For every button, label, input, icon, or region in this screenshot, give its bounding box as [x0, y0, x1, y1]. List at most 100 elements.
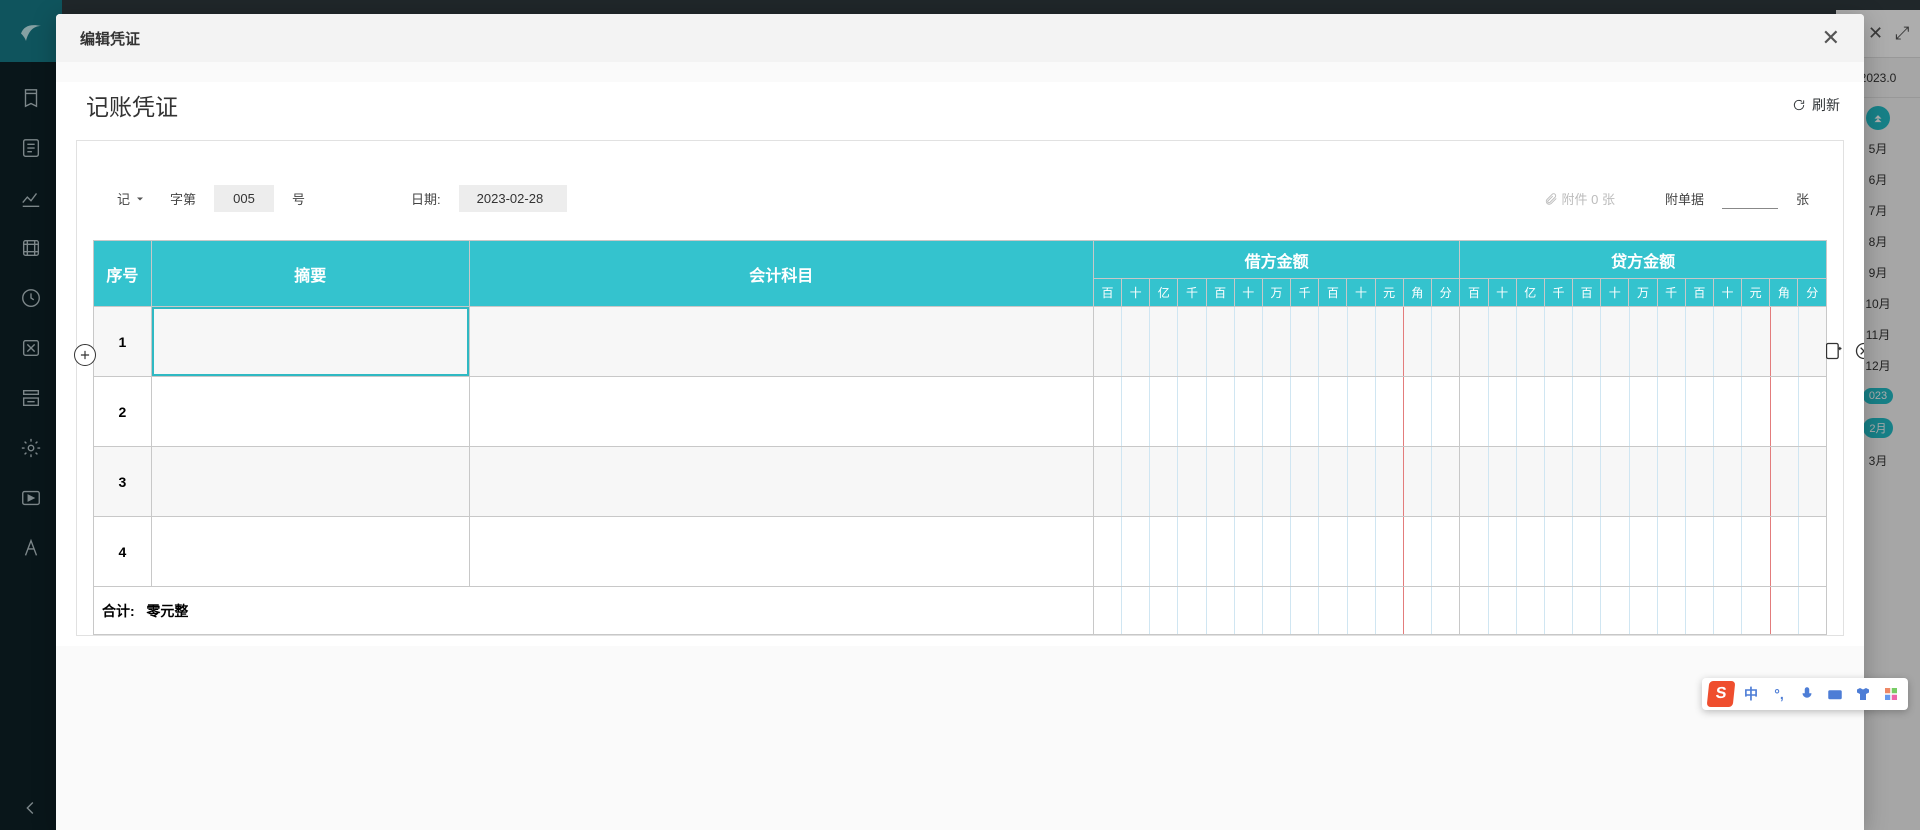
- ime-logo-icon: S: [1707, 681, 1736, 707]
- paperclip-icon: [1544, 192, 1558, 206]
- modal-body: 记账凭证 刷新 记 字第 005 号: [56, 62, 1864, 830]
- table-row: 2: [94, 377, 1827, 447]
- table-row: 3: [94, 447, 1827, 517]
- refresh-label: 刷新: [1812, 95, 1840, 115]
- attachment-button[interactable]: 附件 0 张: [1544, 189, 1615, 208]
- modal-title: 编辑凭证: [80, 28, 140, 49]
- digit-unit-header: 十: [1347, 279, 1375, 307]
- digit-unit-header: 元: [1742, 279, 1770, 307]
- digit-unit-header: 分: [1431, 279, 1459, 307]
- digit-unit-header: 百: [1685, 279, 1713, 307]
- digit-unit-header: 万: [1262, 279, 1290, 307]
- totals-text: 零元整: [146, 603, 188, 619]
- digit-unit-header: 元: [1375, 279, 1403, 307]
- voucher-wrap: 记 字第 005 号 日期: 2023-02-28 附件 0 张: [76, 140, 1844, 636]
- digit-unit-header: 十: [1601, 279, 1629, 307]
- digit-unit-header: 千: [1544, 279, 1572, 307]
- ime-skin-icon[interactable]: [1852, 683, 1874, 705]
- ime-menu-icon[interactable]: [1880, 683, 1902, 705]
- digit-unit-header: 亿: [1516, 279, 1544, 307]
- voucher-table-head: 序号 摘要 会计科目 借方金额 贷方金额 百十亿千百十万千百十元角分百十亿千百十…: [94, 241, 1827, 307]
- table-row: 4: [94, 517, 1827, 587]
- ime-mic-icon[interactable]: [1796, 683, 1818, 705]
- credit-amount-cell[interactable]: [1460, 517, 1827, 587]
- digit-unit-header: 十: [1122, 279, 1150, 307]
- digit-unit-header: 十: [1234, 279, 1262, 307]
- row-index: 2: [94, 377, 152, 447]
- digit-unit-header: 百: [1573, 279, 1601, 307]
- account-cell[interactable]: [469, 377, 1093, 447]
- col-debit: 借方金额: [1093, 241, 1460, 279]
- col-account: 会计科目: [469, 241, 1093, 307]
- ime-punct-icon[interactable]: °,: [1768, 683, 1790, 705]
- voucher-number-prefix: 字第: [170, 189, 196, 208]
- digit-unit-header: 百: [1093, 279, 1121, 307]
- summary-input[interactable]: [154, 309, 467, 374]
- row-index: 4: [94, 517, 152, 587]
- panel-head: 记账凭证 刷新: [76, 82, 1844, 134]
- voucher-table: 序号 摘要 会计科目 借方金额 贷方金额 百十亿千百十万千百十元角分百十亿千百十…: [93, 240, 1827, 635]
- row-index: 3: [94, 447, 152, 517]
- voucher-number-input[interactable]: 005: [214, 185, 274, 212]
- credit-amount-cell[interactable]: [1460, 377, 1827, 447]
- bill-unit: 张: [1796, 189, 1809, 208]
- account-cell[interactable]: [469, 517, 1093, 587]
- digit-unit-header: 万: [1629, 279, 1657, 307]
- plus-icon: [78, 348, 92, 362]
- voucher-meta-row: 记 字第 005 号 日期: 2023-02-28 附件 0 张: [93, 185, 1827, 240]
- digit-unit-header: 百: [1319, 279, 1347, 307]
- digit-unit-header: 百: [1206, 279, 1234, 307]
- ime-lang-indicator[interactable]: 中: [1740, 683, 1762, 705]
- debit-amount-cell[interactable]: [1093, 307, 1460, 377]
- page-title: 记账凭证: [80, 88, 178, 122]
- bill-count-input[interactable]: [1722, 189, 1778, 209]
- ime-toolbar[interactable]: S 中 °,: [1702, 678, 1908, 710]
- refresh-button[interactable]: 刷新: [1792, 95, 1840, 115]
- close-icon[interactable]: ✕: [1822, 27, 1840, 49]
- totals-cell: 合计: 零元整: [94, 587, 1094, 635]
- digit-unit-header: 百: [1460, 279, 1488, 307]
- digit-unit-header: 十: [1488, 279, 1516, 307]
- date-input[interactable]: 2023-02-28: [459, 185, 567, 212]
- ime-keyboard-icon[interactable]: [1824, 683, 1846, 705]
- debit-amount-cell[interactable]: [1093, 377, 1460, 447]
- credit-amount-cell[interactable]: [1460, 447, 1827, 517]
- voucher-type-value: 记: [117, 189, 130, 208]
- col-credit: 贷方金额: [1460, 241, 1827, 279]
- totals-row: 合计: 零元整: [94, 587, 1827, 635]
- voucher-number-suffix: 号: [292, 189, 305, 208]
- date-label: 日期:: [411, 189, 441, 208]
- voucher-modal: 编辑凭证 ✕ 记账凭证 刷新 记 字第: [56, 14, 1864, 830]
- row-index: 1: [94, 307, 152, 377]
- digit-unit-header: 亿: [1150, 279, 1178, 307]
- digit-unit-header: 角: [1403, 279, 1431, 307]
- credit-amount-cell[interactable]: [1460, 307, 1827, 377]
- modal-header: 编辑凭证 ✕: [56, 14, 1864, 62]
- delete-row-button[interactable]: [1853, 340, 1864, 362]
- digit-unit-header: 十: [1713, 279, 1741, 307]
- summary-cell[interactable]: [151, 377, 469, 447]
- delete-icon: [1854, 341, 1864, 361]
- account-cell[interactable]: [469, 447, 1093, 517]
- summary-cell[interactable]: [151, 517, 469, 587]
- table-row: 1: [94, 307, 1827, 377]
- voucher-table-body: 1234: [94, 307, 1827, 587]
- voucher-panel: 记账凭证 刷新 记 字第 005 号: [56, 82, 1864, 646]
- col-seq: 序号: [94, 241, 152, 307]
- bill-label: 附单据: [1665, 189, 1704, 208]
- add-row-button[interactable]: [74, 344, 96, 366]
- voucher-type-dropdown[interactable]: 记: [111, 187, 152, 210]
- digit-unit-header: 角: [1770, 279, 1798, 307]
- account-cell[interactable]: [469, 307, 1093, 377]
- digit-unit-header: 千: [1657, 279, 1685, 307]
- summary-cell[interactable]: [151, 447, 469, 517]
- attachment-label: 附件 0 张: [1562, 189, 1615, 208]
- totals-credit: [1460, 587, 1827, 635]
- digit-unit-header: 分: [1798, 279, 1827, 307]
- debit-amount-cell[interactable]: [1093, 517, 1460, 587]
- totals-debit: [1093, 587, 1460, 635]
- refresh-icon: [1792, 98, 1806, 112]
- summary-cell[interactable]: [151, 307, 469, 377]
- totals-label: 合计:: [102, 603, 135, 619]
- debit-amount-cell[interactable]: [1093, 447, 1460, 517]
